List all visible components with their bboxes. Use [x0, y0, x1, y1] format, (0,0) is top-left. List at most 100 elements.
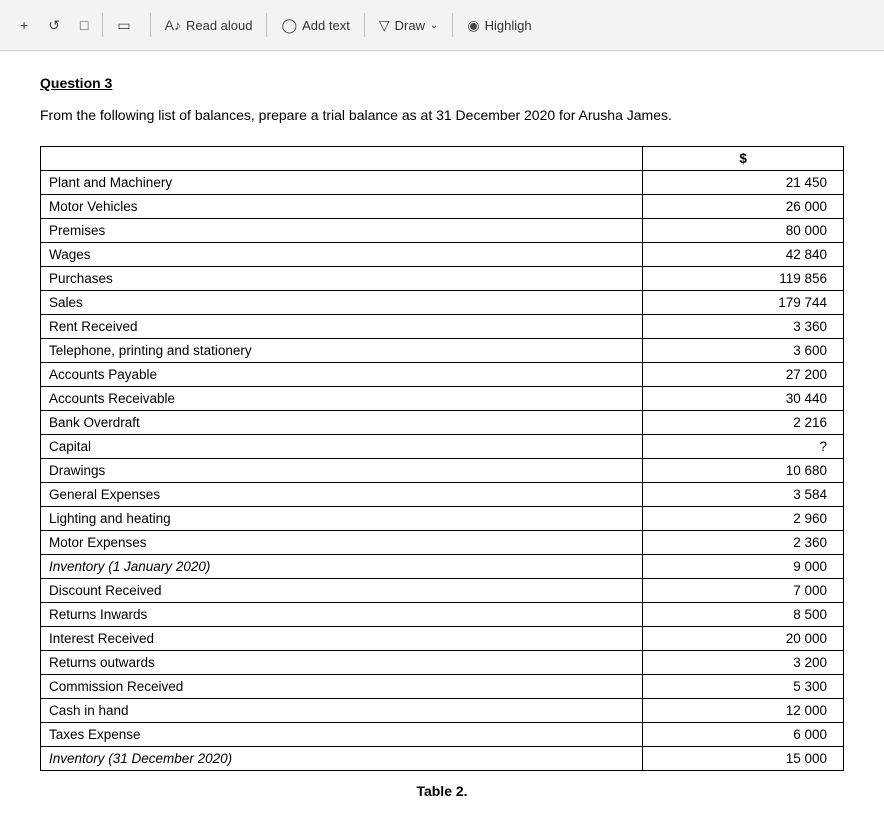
table-cell-name: Drawings: [41, 459, 643, 483]
table-cell-name: Capital: [41, 435, 643, 459]
table-row: Wages42 840: [41, 243, 844, 267]
table-cell-name: Bank Overdraft: [41, 411, 643, 435]
table-caption: Table 2.: [40, 783, 844, 799]
table-row: Lighting and heating2 960: [41, 507, 844, 531]
table-row: Returns Inwards8 500: [41, 603, 844, 627]
undo-button[interactable]: ↺: [38, 11, 70, 40]
highlight-label: Highligh: [485, 18, 532, 33]
table-row: Returns outwards3 200: [41, 651, 844, 675]
table-cell-value: 8 500: [643, 603, 844, 627]
draw-caret-icon: ⌄: [430, 20, 438, 31]
table-cell-value: 9 000: [643, 555, 844, 579]
add-icon: +: [20, 17, 28, 33]
table-cell-name: Accounts Payable: [41, 363, 643, 387]
table-cell-value: 3 584: [643, 483, 844, 507]
table-cell-value: 7 000: [643, 579, 844, 603]
highlight-icon: ◉: [467, 17, 479, 34]
undo-icon: ↺: [48, 17, 60, 34]
read-aloud-button[interactable]: A♪ Read aloud: [155, 11, 263, 39]
table-cell-name: Premises: [41, 219, 643, 243]
table-cell-value: 10 680: [643, 459, 844, 483]
table-cell-name: Motor Vehicles: [41, 195, 643, 219]
table-cell-name: Wages: [41, 243, 643, 267]
table-cell-value: 80 000: [643, 219, 844, 243]
table-cell-value: 3 360: [643, 315, 844, 339]
table-row: Rent Received3 360: [41, 315, 844, 339]
table-cell-value: 179 744: [643, 291, 844, 315]
add-text-label: Add text: [302, 18, 350, 33]
col-header-name: [41, 147, 643, 171]
col-header-value: $: [643, 147, 844, 171]
table-cell-name: Rent Received: [41, 315, 643, 339]
table-cell-value: 119 856: [643, 267, 844, 291]
table-cell-value: 42 840: [643, 243, 844, 267]
table-cell-value: 2 360: [643, 531, 844, 555]
table-cell-name: Lighting and heating: [41, 507, 643, 531]
table-cell-name: Plant and Machinery: [41, 171, 643, 195]
draw-button[interactable]: ▽ Draw ⌄: [369, 11, 449, 40]
add-text-icon: ◯: [281, 17, 297, 34]
separator-5: [452, 13, 453, 37]
table-cell-name: General Expenses: [41, 483, 643, 507]
table-cell-value: ?: [643, 435, 844, 459]
table-row: Purchases119 856: [41, 267, 844, 291]
separator-1: [102, 13, 103, 37]
table-cell-name: Sales: [41, 291, 643, 315]
table-cell-name: Telephone, printing and stationery: [41, 339, 643, 363]
highlight-button[interactable]: ◉ Highligh: [457, 11, 541, 40]
question-instruction: From the following list of balances, pre…: [40, 105, 844, 126]
table-cell-value: 6 000: [643, 723, 844, 747]
table-row: Plant and Machinery21 450: [41, 171, 844, 195]
table-cell-name: Purchases: [41, 267, 643, 291]
table-cell-name: Inventory (31 December 2020): [41, 747, 643, 771]
toolbar: + ↺ □ ▭ A♪ Read aloud ◯ Add text ▽ Draw …: [0, 0, 884, 51]
add-text-button[interactable]: ◯ Add text: [271, 11, 359, 40]
table-header-row: $: [41, 147, 844, 171]
table-row: Commission Received5 300: [41, 675, 844, 699]
table-cell-value: 12 000: [643, 699, 844, 723]
table-cell-value: 3 600: [643, 339, 844, 363]
table-row: Accounts Receivable30 440: [41, 387, 844, 411]
balance-table: $ Plant and Machinery21 450Motor Vehicle…: [40, 146, 844, 771]
table-row: Inventory (1 January 2020)9 000: [41, 555, 844, 579]
page-content: Question 3 From the following list of ba…: [0, 51, 884, 823]
table-cell-name: Cash in hand: [41, 699, 643, 723]
table-cell-name: Inventory (1 January 2020): [41, 555, 643, 579]
table-row: Inventory (31 December 2020)15 000: [41, 747, 844, 771]
table-cell-value: 27 200: [643, 363, 844, 387]
table-cell-name: Returns Inwards: [41, 603, 643, 627]
table-row: Cash in hand12 000: [41, 699, 844, 723]
table-row: Sales179 744: [41, 291, 844, 315]
table-row: Motor Vehicles26 000: [41, 195, 844, 219]
table-cell-name: Motor Expenses: [41, 531, 643, 555]
page-view-button[interactable]: ▭: [107, 11, 145, 40]
question-heading: Question 3: [40, 75, 844, 91]
table-row: Interest Received20 000: [41, 627, 844, 651]
table-cell-value: 20 000: [643, 627, 844, 651]
table-cell-value: 15 000: [643, 747, 844, 771]
table-row: Telephone, printing and stationery3 600: [41, 339, 844, 363]
table-cell-name: Accounts Receivable: [41, 387, 643, 411]
read-aloud-icon: A♪: [165, 17, 181, 33]
table-row: Discount Received7 000: [41, 579, 844, 603]
table-row: Bank Overdraft2 216: [41, 411, 844, 435]
table-cell-value: 2 960: [643, 507, 844, 531]
table-row: General Expenses3 584: [41, 483, 844, 507]
redo-button[interactable]: □: [70, 11, 98, 39]
redo-icon: □: [80, 17, 88, 33]
table-cell-name: Commission Received: [41, 675, 643, 699]
table-cell-name: Discount Received: [41, 579, 643, 603]
table-cell-value: 5 300: [643, 675, 844, 699]
table-cell-value: 3 200: [643, 651, 844, 675]
read-aloud-label: Read aloud: [186, 18, 253, 33]
table-row: Accounts Payable27 200: [41, 363, 844, 387]
draw-icon: ▽: [379, 17, 390, 34]
table-row: Motor Expenses2 360: [41, 531, 844, 555]
add-button[interactable]: +: [10, 11, 38, 39]
page-view-icon: ▭: [117, 17, 130, 34]
draw-label: Draw: [395, 18, 425, 33]
table-cell-value: 2 216: [643, 411, 844, 435]
table-row: Premises80 000: [41, 219, 844, 243]
table-row: Drawings10 680: [41, 459, 844, 483]
table-cell-value: 21 450: [643, 171, 844, 195]
